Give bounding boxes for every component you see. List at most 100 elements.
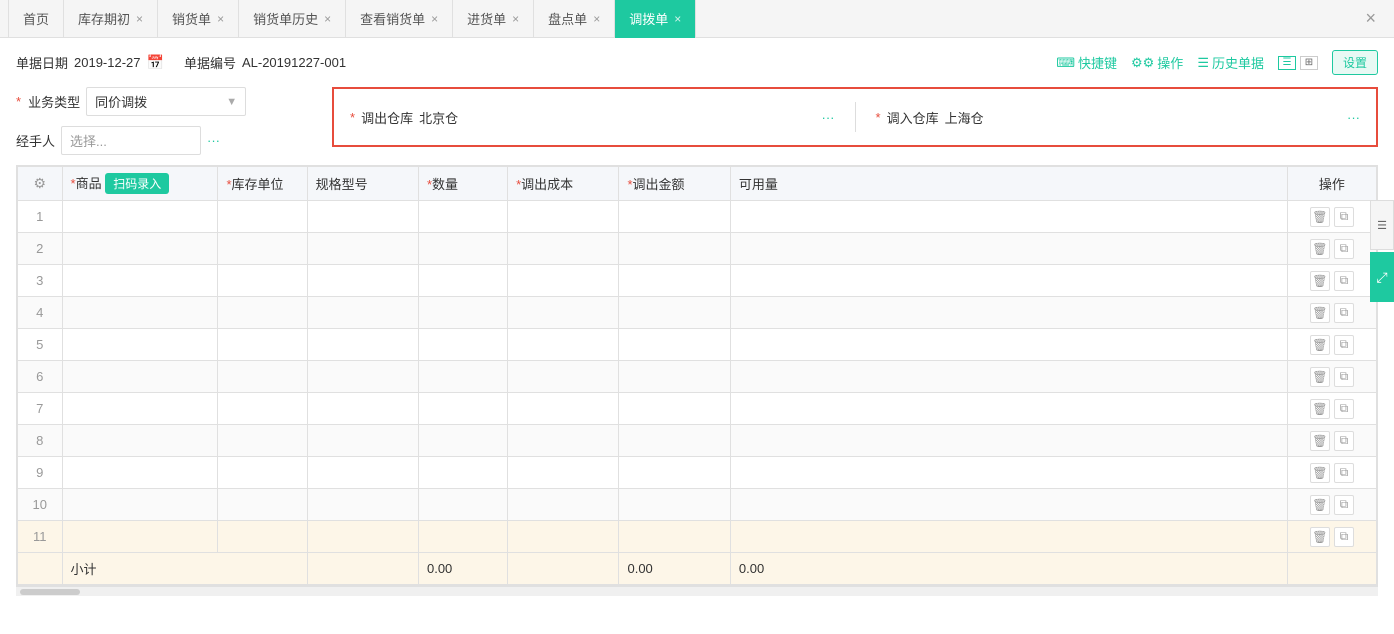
- table-row: 3 🗑⧉: [18, 265, 1377, 297]
- side-expand-button[interactable]: ⤢: [1370, 252, 1394, 302]
- in-warehouse-value: 上海仓: [945, 108, 1341, 127]
- shortcut-icon: ⌨: [1056, 55, 1075, 71]
- close-tab-sales-order[interactable]: ×: [217, 12, 224, 26]
- handler-input[interactable]: 选择...: [61, 126, 201, 155]
- tab-home[interactable]: 首页: [8, 0, 64, 38]
- close-tab-purchase[interactable]: ×: [512, 12, 519, 26]
- form-section: * 业务类型 同价调拨 ▼ 经手人 选择... ··· * 调出仓库 北京仓 ·…: [16, 87, 1378, 155]
- out-warehouse-value: 北京仓: [419, 108, 815, 127]
- date-field: 单据日期 2019-12-27 📅: [16, 53, 164, 72]
- copy-icon[interactable]: ⧉: [1334, 399, 1354, 419]
- main-table: ⚙ *商品 扫码录入 *库存单位 规格型号 *数量 *调出成本 *调出金额 可用…: [17, 166, 1377, 585]
- warehouse-divider: [855, 102, 856, 132]
- copy-icon[interactable]: ⧉: [1334, 527, 1354, 547]
- delete-icon[interactable]: 🗑: [1310, 335, 1330, 355]
- unit-th: *库存单位: [218, 167, 307, 201]
- delete-icon[interactable]: 🗑: [1310, 431, 1330, 451]
- in-warehouse-required: *: [876, 110, 881, 125]
- warehouse-section: * 调出仓库 北京仓 ··· * 调入仓库 上海仓 ···: [332, 87, 1378, 147]
- side-notes-button[interactable]: ☰: [1370, 200, 1394, 250]
- delete-icon[interactable]: 🗑: [1310, 463, 1330, 483]
- layout-list-icon[interactable]: ☰: [1278, 56, 1296, 70]
- qty-th: *数量: [418, 167, 507, 201]
- tab-view-sales[interactable]: 查看销货单 ×: [346, 0, 453, 38]
- out-warehouse-field: * 调出仓库 北京仓 ···: [350, 108, 835, 127]
- delete-icon[interactable]: 🗑: [1310, 367, 1330, 387]
- scroll-thumb[interactable]: [20, 589, 80, 595]
- copy-icon[interactable]: ⧉: [1334, 335, 1354, 355]
- handler-more-btn[interactable]: ···: [207, 133, 220, 148]
- layout-grid-icon[interactable]: ⊞: [1300, 56, 1318, 70]
- in-warehouse-more-btn[interactable]: ···: [1347, 110, 1360, 125]
- table-row: 1 🗑 ⧉: [18, 201, 1377, 233]
- subtotal-qty: 0.00: [418, 553, 507, 585]
- copy-icon[interactable]: ⧉: [1334, 207, 1354, 227]
- history-btn[interactable]: ☰ 历史单据: [1197, 53, 1264, 72]
- operation-icon: ⚙⚙: [1131, 55, 1154, 71]
- form-left: * 业务类型 同价调拨 ▼ 经手人 选择... ···: [16, 87, 316, 155]
- cost-th: *调出成本: [508, 167, 619, 201]
- copy-icon[interactable]: ⧉: [1334, 495, 1354, 515]
- close-tab-view-sales[interactable]: ×: [431, 12, 438, 26]
- delete-icon[interactable]: 🗑: [1310, 399, 1330, 419]
- action-th: 操作: [1287, 167, 1376, 201]
- layout-icons: ☰ ⊞: [1278, 56, 1318, 70]
- delete-icon[interactable]: 🗑: [1310, 495, 1330, 515]
- table-row: 7 🗑⧉: [18, 393, 1377, 425]
- tab-sales-order[interactable]: 销货单 ×: [158, 0, 239, 38]
- table-row: 6 🗑⧉: [18, 361, 1377, 393]
- tab-transfer[interactable]: 调拨单 ×: [615, 0, 696, 38]
- shortcut-btn[interactable]: ⌨ 快捷键: [1056, 53, 1117, 72]
- table-settings-icon[interactable]: ⚙: [33, 175, 46, 191]
- tab-inventory-init[interactable]: 库存期初 ×: [64, 0, 158, 38]
- table-header-row: ⚙ *商品 扫码录入 *库存单位 规格型号 *数量 *调出成本 *调出金额 可用…: [18, 167, 1377, 201]
- history-icon: ☰: [1197, 55, 1209, 71]
- tab-sales-history[interactable]: 销货单历史 ×: [239, 0, 346, 38]
- copy-icon[interactable]: ⧉: [1334, 239, 1354, 259]
- table-row: 2 🗑⧉: [18, 233, 1377, 265]
- tab-bar: 首页 库存期初 × 销货单 × 销货单历史 × 查看销货单 × 进货单 × 盘点…: [0, 0, 1394, 38]
- copy-icon[interactable]: ⧉: [1334, 463, 1354, 483]
- close-tab-transfer[interactable]: ×: [674, 12, 681, 26]
- delete-icon[interactable]: 🗑: [1310, 207, 1330, 227]
- table-container: ⚙ *商品 扫码录入 *库存单位 规格型号 *数量 *调出成本 *调出金额 可用…: [16, 165, 1378, 586]
- scan-button[interactable]: 扫码录入: [105, 173, 169, 194]
- out-warehouse-more-btn[interactable]: ···: [822, 110, 835, 125]
- tab-stocktake[interactable]: 盘点单 ×: [534, 0, 615, 38]
- goods-th: *商品 扫码录入: [62, 167, 218, 201]
- dropdown-arrow-icon: ▼: [226, 96, 237, 108]
- delete-icon[interactable]: 🗑: [1310, 527, 1330, 547]
- date-value: 2019-12-27: [74, 55, 141, 70]
- subtotal-label: 小计: [62, 553, 307, 585]
- setting-button[interactable]: 设置: [1332, 50, 1378, 75]
- subtotal-row: 小计 0.00 0.00 0.00: [18, 553, 1377, 585]
- tab-purchase[interactable]: 进货单 ×: [453, 0, 534, 38]
- available-th: 可用量: [730, 167, 1287, 201]
- window-close-button[interactable]: ×: [1355, 8, 1386, 29]
- copy-icon[interactable]: ⧉: [1334, 303, 1354, 323]
- calendar-icon[interactable]: 📅: [147, 54, 164, 71]
- close-tab-inventory-init[interactable]: ×: [136, 12, 143, 26]
- copy-icon[interactable]: ⧉: [1334, 367, 1354, 387]
- close-tab-sales-history[interactable]: ×: [324, 12, 331, 26]
- table-row: 11 🗑⧉: [18, 521, 1377, 553]
- in-warehouse-field: * 调入仓库 上海仓 ···: [876, 108, 1361, 127]
- gear-th[interactable]: ⚙: [18, 167, 63, 201]
- table-row: 5 🗑⧉: [18, 329, 1377, 361]
- copy-icon[interactable]: ⧉: [1334, 431, 1354, 451]
- table-row: 10 🗑⧉: [18, 489, 1377, 521]
- copy-icon[interactable]: ⧉: [1334, 271, 1354, 291]
- delete-icon[interactable]: 🗑: [1310, 303, 1330, 323]
- business-type-select[interactable]: 同价调拨 ▼: [86, 87, 246, 116]
- close-tab-stocktake[interactable]: ×: [593, 12, 600, 26]
- out-warehouse-required: *: [350, 110, 355, 125]
- delete-icon[interactable]: 🗑: [1310, 271, 1330, 291]
- horizontal-scrollbar[interactable]: [16, 586, 1378, 596]
- right-side-panel: ☰ ⤢: [1370, 200, 1394, 302]
- operation-btn[interactable]: ⚙⚙ 操作: [1131, 53, 1183, 72]
- table-row: 9 🗑⧉: [18, 457, 1377, 489]
- delete-icon[interactable]: 🗑: [1310, 239, 1330, 259]
- subtotal-amount: 0.00: [730, 553, 1287, 585]
- order-number-value: AL-20191227-001: [242, 55, 346, 70]
- main-area: 单据日期 2019-12-27 📅 单据编号 AL-20191227-001 ⌨…: [0, 38, 1394, 608]
